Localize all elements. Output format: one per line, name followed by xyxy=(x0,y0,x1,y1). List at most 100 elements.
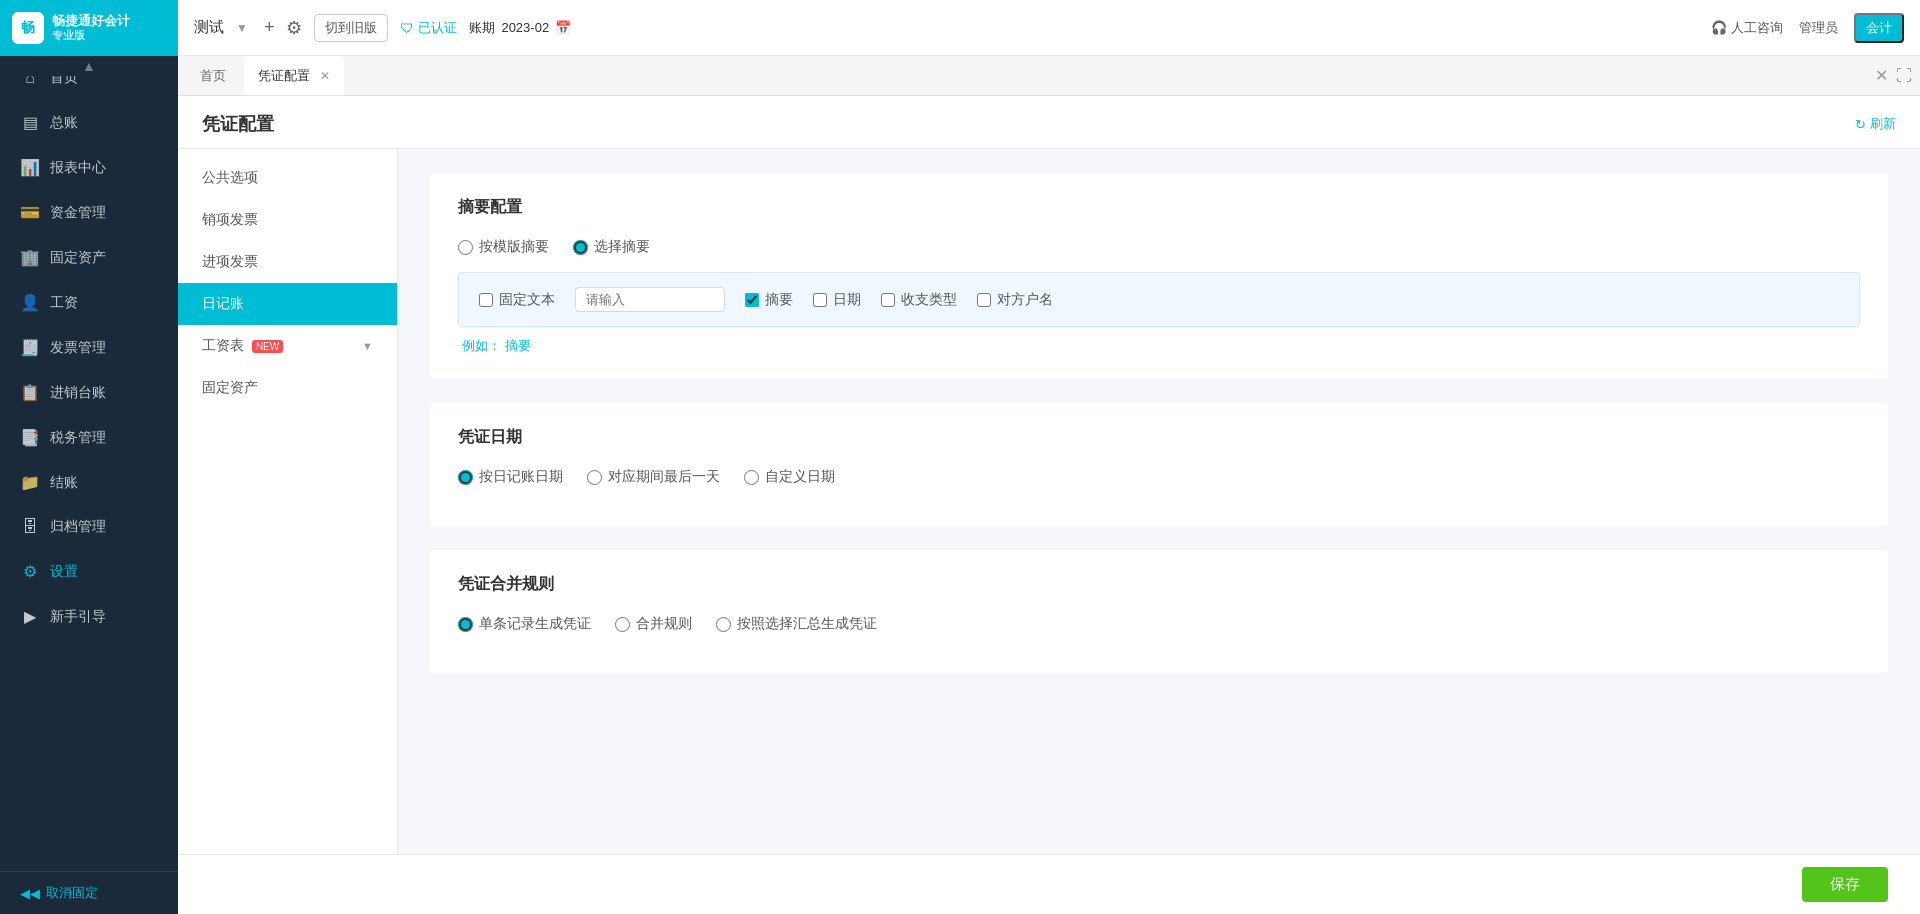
certified-badge: 🛡 已认证 xyxy=(400,19,457,37)
sidebar-item-beginner[interactable]: ▶ 新手引导 xyxy=(0,594,178,639)
summary-section: 摘要配置 按模版摘要 选择摘要 xyxy=(430,173,1888,379)
cb-counter-name-input[interactable] xyxy=(977,293,991,307)
salary-icon: 👤 xyxy=(20,293,40,312)
save-button[interactable]: 保存 xyxy=(1802,867,1888,902)
headset-icon: 🎧 xyxy=(1711,20,1727,35)
company-name: 测试 xyxy=(194,18,224,37)
nav-item-public[interactable]: 公共选项 xyxy=(178,157,397,199)
sidebar: 畅 畅捷通好会计 专业版 ▲ ⌂ 首页 ▤ 总账 📊 报表中心 💳 资金管理 🏢… xyxy=(0,0,178,914)
radio-custom[interactable]: 自定义日期 xyxy=(744,468,835,486)
fixed-text-input[interactable] xyxy=(575,287,725,312)
archive-icon: 🗄 xyxy=(20,518,40,536)
right-content[interactable]: 摘要配置 按模版摘要 选择摘要 xyxy=(398,149,1920,854)
nav-item-salary-table[interactable]: 工资表 NEW ▼ xyxy=(178,325,397,367)
report-icon: 📊 xyxy=(20,158,40,177)
scroll-up-btn[interactable]: ▲ xyxy=(0,56,178,76)
period-value: 2023-02 xyxy=(501,20,549,35)
date-section: 凭证日期 按日记账日期 对应期间最后一天 自定义日期 xyxy=(430,403,1888,526)
page-body: 公共选项 销项发票 进项发票 日记账 工资表 NEW ▼ xyxy=(178,149,1920,854)
help-button[interactable]: 🎧 人工咨询 xyxy=(1711,19,1783,37)
settings-gear-icon[interactable]: ⚙ xyxy=(286,17,302,39)
cb-fixed-text-input[interactable] xyxy=(479,293,493,307)
cb-fixed-text[interactable]: 固定文本 xyxy=(479,291,555,309)
sidebar-item-sales-ledger[interactable]: 📋 进销台账 xyxy=(0,370,178,415)
summary-checkbox-row: 固定文本 摘要 日期 收支类型 xyxy=(458,272,1860,327)
radio-select[interactable]: 选择摘要 xyxy=(573,238,650,256)
add-button[interactable]: + xyxy=(264,17,275,38)
radio-diary-date-input[interactable] xyxy=(458,470,473,485)
cb-date-input[interactable] xyxy=(813,293,827,307)
sidebar-item-report-center[interactable]: 📊 报表中心 xyxy=(0,145,178,190)
radio-select-merge-input[interactable] xyxy=(716,617,731,632)
radio-period-last-input[interactable] xyxy=(587,470,602,485)
page-title: 凭证配置 xyxy=(202,112,274,136)
cb-income-type-input[interactable] xyxy=(881,293,895,307)
sidebar-item-general-ledger[interactable]: ▤ 总账 xyxy=(0,100,178,145)
radio-diary-date[interactable]: 按日记账日期 xyxy=(458,468,563,486)
cb-counter-name[interactable]: 对方户名 xyxy=(977,291,1053,309)
merge-radio-group: 单条记录生成凭证 合并规则 按照选择汇总生成凭证 xyxy=(458,615,1860,633)
cb-date[interactable]: 日期 xyxy=(813,291,861,309)
user-label[interactable]: 管理员 xyxy=(1799,19,1838,37)
cb-income-type[interactable]: 收支类型 xyxy=(881,291,957,309)
merge-section: 凭证合并规则 单条记录生成凭证 合并规则 按照选择汇总生成凭证 xyxy=(430,550,1888,673)
cb-summary[interactable]: 摘要 xyxy=(745,291,793,309)
app-name: 畅捷通好会计 xyxy=(52,13,130,29)
switch-version-button[interactable]: 切到旧版 xyxy=(314,14,388,42)
new-badge: NEW xyxy=(252,340,283,353)
capital-icon: 💳 xyxy=(20,203,40,222)
radio-single-input[interactable] xyxy=(458,617,473,632)
cancel-fixed-btn[interactable]: ◀◀ 取消固定 xyxy=(0,871,178,914)
radio-template-input[interactable] xyxy=(458,240,473,255)
radio-merge-rule-input[interactable] xyxy=(615,617,630,632)
close-window-icon[interactable]: ✕ xyxy=(1875,66,1888,85)
role-button[interactable]: 会计 xyxy=(1854,13,1904,43)
maximize-icon[interactable]: ⛶ xyxy=(1896,67,1912,85)
radio-template[interactable]: 按模版摘要 xyxy=(458,238,549,256)
radio-single[interactable]: 单条记录生成凭证 xyxy=(458,615,591,633)
radio-custom-input[interactable] xyxy=(744,470,759,485)
closing-icon: 📁 xyxy=(20,473,40,492)
radio-select-merge[interactable]: 按照选择汇总生成凭证 xyxy=(716,615,877,633)
shield-icon: 🛡 xyxy=(400,20,414,36)
sidebar-item-invoice[interactable]: 🧾 发票管理 xyxy=(0,325,178,370)
nav-item-diary[interactable]: 日记账 xyxy=(178,283,397,325)
date-radio-group: 按日记账日期 对应期间最后一天 自定义日期 xyxy=(458,468,1860,486)
period-info: 账期 2023-02 📅 xyxy=(469,19,571,37)
radio-merge-rule[interactable]: 合并规则 xyxy=(615,615,692,633)
sidebar-item-fixed-assets[interactable]: 🏢 固定资产 xyxy=(0,235,178,280)
nav-item-sales[interactable]: 销项发票 xyxy=(178,199,397,241)
sidebar-item-salary[interactable]: 👤 工资 xyxy=(0,280,178,325)
tab-voucher-config[interactable]: 凭证配置 ✕ xyxy=(244,56,344,95)
nav-item-fixed-assets[interactable]: 固定资产 xyxy=(178,367,397,409)
page-container: 凭证配置 ↻ 刷新 公共选项 销项发票 进项发票 日记账 xyxy=(178,96,1920,914)
company-dropdown-icon[interactable]: ▼ xyxy=(236,21,248,35)
app-sub: 专业版 xyxy=(52,28,130,43)
sub-arrow-icon: ▼ xyxy=(362,340,373,352)
sidebar-item-capital[interactable]: 💳 资金管理 xyxy=(0,190,178,235)
tabbar: 首页 凭证配置 ✕ ✕ ⛶ xyxy=(178,56,1920,96)
close-tab-icon[interactable]: ✕ xyxy=(320,69,330,83)
settings-icon: ⚙ xyxy=(20,562,40,581)
tab-home[interactable]: 首页 xyxy=(186,56,240,95)
assets-icon: 🏢 xyxy=(20,248,40,267)
invoice-icon: 🧾 xyxy=(20,338,40,357)
sidebar-item-closing[interactable]: 📁 结账 xyxy=(0,460,178,505)
pin-icon: ◀◀ xyxy=(20,886,40,901)
cb-summary-input[interactable] xyxy=(745,293,759,307)
sidebar-item-archive[interactable]: 🗄 归档管理 xyxy=(0,505,178,549)
main-area: 测试 ▼ + ⚙ 切到旧版 🛡 已认证 账期 2023-02 📅 🎧 人工咨询 … xyxy=(178,0,1920,914)
calendar-icon[interactable]: 📅 xyxy=(555,20,571,35)
example-text: 例如： 摘要 xyxy=(458,337,1860,355)
topbar: 测试 ▼ + ⚙ 切到旧版 🛡 已认证 账期 2023-02 📅 🎧 人工咨询 … xyxy=(178,0,1920,56)
page-header: 凭证配置 ↻ 刷新 xyxy=(178,96,1920,149)
tax-icon: 📑 xyxy=(20,428,40,447)
radio-period-last[interactable]: 对应期间最后一天 xyxy=(587,468,720,486)
sidebar-item-settings[interactable]: ⚙ 设置 xyxy=(0,549,178,594)
nav-item-purchase[interactable]: 进项发票 xyxy=(178,241,397,283)
sidebar-item-tax[interactable]: 📑 税务管理 xyxy=(0,415,178,460)
radio-select-input[interactable] xyxy=(573,240,588,255)
refresh-button[interactable]: ↻ 刷新 xyxy=(1855,115,1896,133)
summary-radio-group: 按模版摘要 选择摘要 xyxy=(458,238,1860,256)
ledger-icon: ▤ xyxy=(20,113,40,132)
